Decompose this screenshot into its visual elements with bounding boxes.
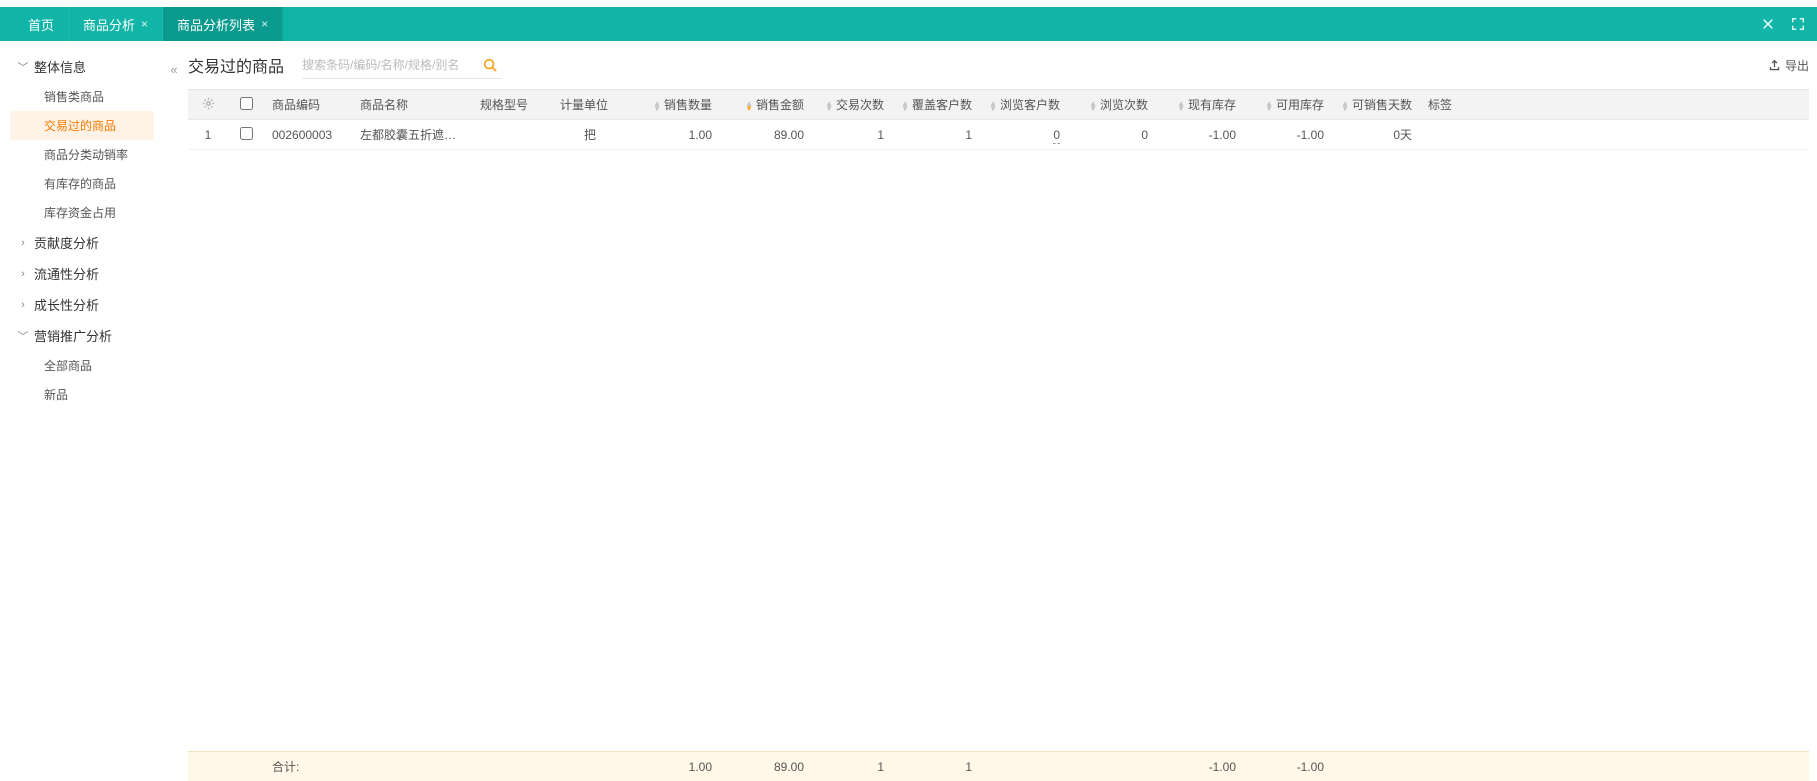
sidebar-group-label: 贡献度分析 <box>34 233 99 252</box>
column-header-txn[interactable]: ▲▼交易次数 <box>812 90 892 120</box>
column-header-tag[interactable]: 标签 <box>1420 90 1809 120</box>
totals-bcnt <box>1068 752 1156 781</box>
cell-qty: 1.00 <box>628 120 720 150</box>
sidebar-item-traded-products[interactable]: 交易过的商品 <box>10 111 154 140</box>
cell-txn: 1 <box>812 120 892 150</box>
totals-qty: 1.00 <box>628 752 720 781</box>
totals-label: 合计: <box>264 752 352 781</box>
sort-icon: ▲▼ <box>1089 101 1097 111</box>
export-button[interactable]: 导出 <box>1768 57 1809 74</box>
sidebar-item-in-stock-products[interactable]: 有库存的商品 <box>10 169 154 198</box>
cell-tag <box>1420 120 1809 150</box>
sidebar-item-sales-products[interactable]: 销售类商品 <box>10 82 154 111</box>
chevron-right-icon: › <box>18 268 28 280</box>
column-header-bcust[interactable]: ▲▼浏览客户数 <box>980 90 1068 120</box>
sidebar-item-new-products[interactable]: 新品 <box>10 380 154 409</box>
column-header-amt[interactable]: ▲▼销售金额 <box>720 90 812 120</box>
tab-bar: 首页 商品分析 × 商品分析列表 × <box>0 7 1817 41</box>
search-input[interactable] <box>302 58 478 72</box>
chevron-right-icon: › <box>18 237 28 249</box>
sort-icon: ▲▼ <box>653 101 661 111</box>
totals-bcust <box>980 752 1068 781</box>
sidebar-group-label: 整体信息 <box>34 57 86 76</box>
export-icon <box>1768 59 1781 72</box>
select-all-checkbox[interactable] <box>240 97 253 110</box>
column-header-code[interactable]: 商品编码 <box>264 90 352 120</box>
sort-icon: ▲▼ <box>1341 101 1349 111</box>
sidebar-group-growth[interactable]: › 成长性分析 <box>10 289 154 320</box>
row-checkbox[interactable] <box>240 127 253 140</box>
cell-stk: -1.00 <box>1156 120 1244 150</box>
sidebar-group-circulation[interactable]: › 流通性分析 <box>10 258 154 289</box>
search-wrap <box>302 51 502 79</box>
column-header-stk[interactable]: ▲▼现有库存 <box>1156 90 1244 120</box>
sort-icon: ▲▼ <box>989 101 997 111</box>
cell-astk: -1.00 <box>1244 120 1332 150</box>
tab-label: 商品分析 <box>83 15 135 34</box>
cell-spec <box>472 120 552 150</box>
totals-days <box>1332 752 1420 781</box>
sidebar-group-contribution[interactable]: › 贡献度分析 <box>10 227 154 258</box>
chevron-down-icon: ﹀ <box>18 59 28 75</box>
page-title: 交易过的商品 <box>188 53 284 77</box>
chevron-right-icon: › <box>18 299 28 311</box>
export-label: 导出 <box>1785 57 1809 74</box>
cell-cust: 1 <box>892 120 980 150</box>
cell-bcust[interactable]: 0 <box>980 120 1068 150</box>
totals-stk: -1.00 <box>1156 752 1244 781</box>
sidebar-group-label: 营销推广分析 <box>34 326 112 345</box>
totals-row: 合计: 1.00 89.00 1 1 -1.00 -1.00 <box>188 751 1809 781</box>
sort-icon: ▲▼ <box>901 101 909 111</box>
cell-amt: 89.00 <box>720 120 812 150</box>
sort-icon: ▲▼ <box>1265 101 1273 111</box>
fullscreen-button[interactable] <box>1785 11 1811 37</box>
data-table: 商品编码 商品名称 规格型号 计量单位 ▲▼销售数量 ▲▼销售金额 ▲▼交易次数 <box>188 89 1809 150</box>
sidebar-group-label: 成长性分析 <box>34 295 99 314</box>
cell-name: 左都胶囊五折遮阳伞防晒伞; <box>352 120 472 150</box>
column-checkbox <box>228 90 264 120</box>
column-settings-button[interactable] <box>188 90 228 120</box>
sidebar-item-inventory-capital[interactable]: 库存资金占用 <box>10 198 154 227</box>
tab-label: 商品分析列表 <box>177 15 255 34</box>
tab-label: 首页 <box>28 15 54 34</box>
table-row[interactable]: 1 002600003 左都胶囊五折遮阳伞防晒伞; 把 1.00 89.00 1… <box>188 120 1809 150</box>
sidebar-group-label: 流通性分析 <box>34 264 99 283</box>
cell-days: 0天 <box>1332 120 1420 150</box>
cell-unit: 把 <box>552 120 628 150</box>
sidebar-item-all-products[interactable]: 全部商品 <box>10 351 154 380</box>
sort-icon: ▲▼ <box>1177 101 1185 111</box>
column-header-days[interactable]: ▲▼可销售天数 <box>1332 90 1420 120</box>
column-header-qty[interactable]: ▲▼销售数量 <box>628 90 720 120</box>
totals-amt: 89.00 <box>720 752 812 781</box>
cell-checkbox <box>228 120 264 150</box>
tab-home[interactable]: 首页 <box>14 7 69 41</box>
close-icon[interactable]: × <box>141 17 148 31</box>
column-header-bcnt[interactable]: ▲▼浏览次数 <box>1068 90 1156 120</box>
column-header-unit[interactable]: 计量单位 <box>552 90 628 120</box>
cell-bcnt: 0 <box>1068 120 1156 150</box>
cell-code: 002600003 <box>264 120 352 150</box>
totals-txn: 1 <box>812 752 892 781</box>
sidebar-group-marketing[interactable]: ﹀ 营销推广分析 <box>10 320 154 351</box>
search-button[interactable] <box>478 58 502 72</box>
chevron-down-icon: ﹀ <box>18 328 28 344</box>
sort-icon: ▲▼ <box>825 101 833 111</box>
totals-cust: 1 <box>892 752 980 781</box>
column-header-cust[interactable]: ▲▼覆盖客户数 <box>892 90 980 120</box>
cell-index: 1 <box>188 120 228 150</box>
totals-astk: -1.00 <box>1244 752 1332 781</box>
tab-product-analysis[interactable]: 商品分析 × <box>69 7 163 41</box>
column-header-astk[interactable]: ▲▼可用库存 <box>1244 90 1332 120</box>
column-header-name[interactable]: 商品名称 <box>352 90 472 120</box>
tab-product-analysis-list[interactable]: 商品分析列表 × <box>163 7 283 41</box>
sidebar-group-overall[interactable]: ﹀ 整体信息 <box>10 51 154 82</box>
collapse-sidebar-button[interactable]: « <box>164 59 184 79</box>
close-icon[interactable]: × <box>261 17 268 31</box>
sidebar: ﹀ 整体信息 销售类商品 交易过的商品 商品分类动销率 有库存的商品 库存资金占… <box>0 41 160 781</box>
sidebar-item-category-turnover[interactable]: 商品分类动销率 <box>10 140 154 169</box>
column-header-spec[interactable]: 规格型号 <box>472 90 552 120</box>
close-all-tabs-button[interactable] <box>1755 11 1781 37</box>
sort-icon: ▲▼ <box>745 101 753 111</box>
